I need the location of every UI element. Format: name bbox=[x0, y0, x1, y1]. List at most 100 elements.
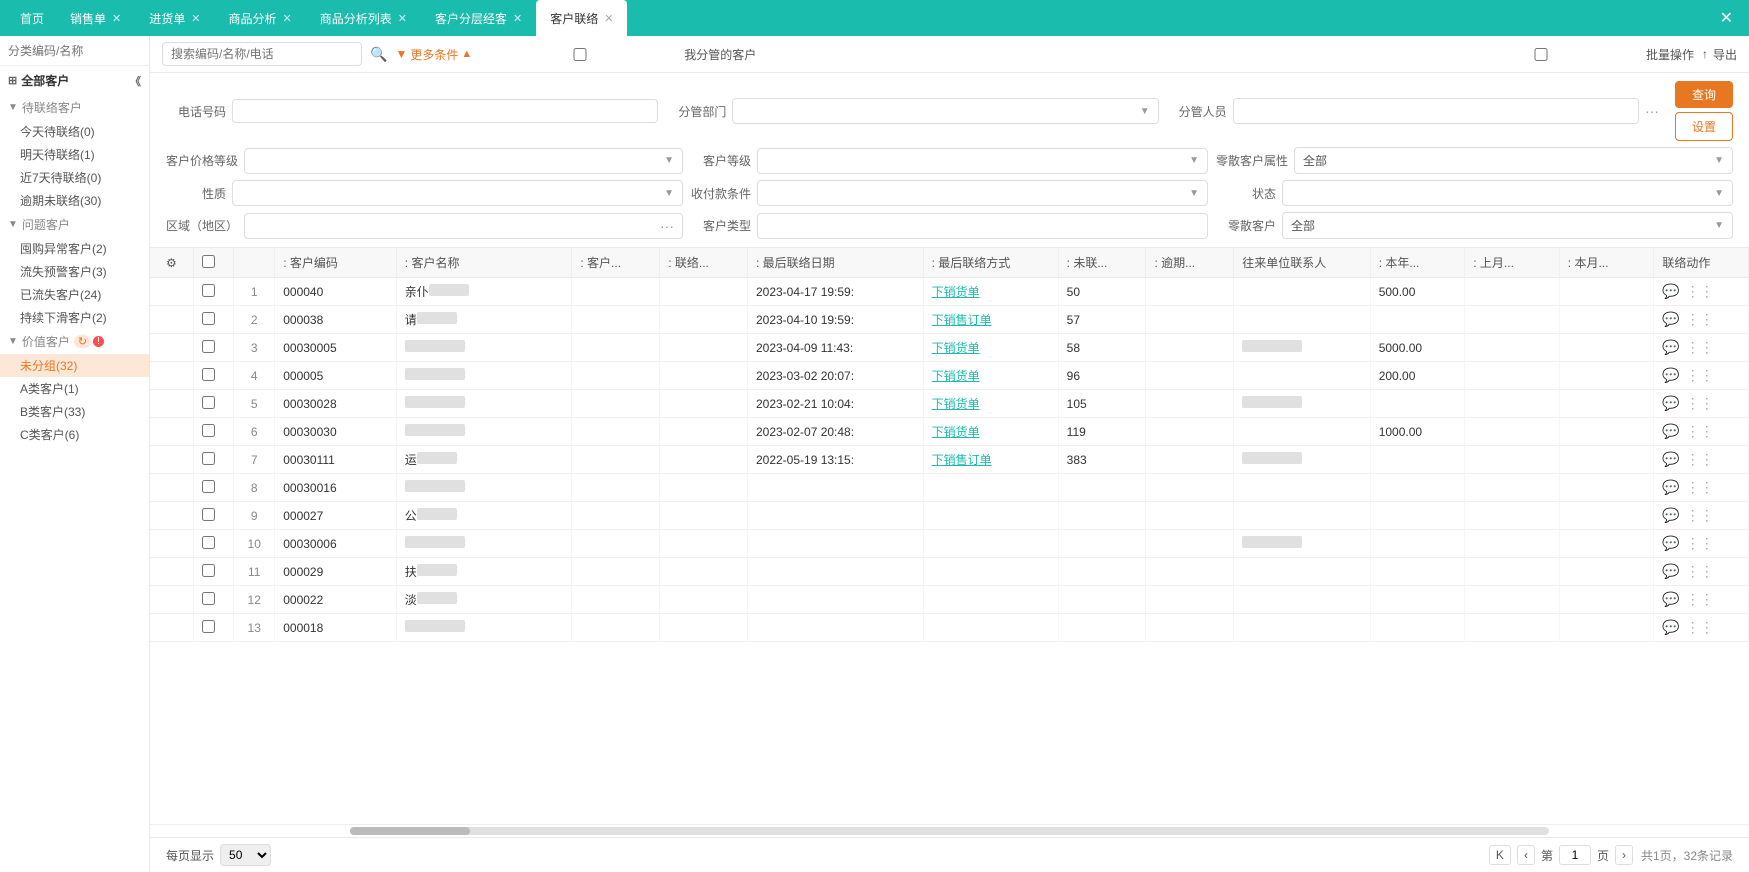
cell-last-contact-method[interactable] bbox=[923, 530, 1058, 558]
prev-page-button[interactable]: ‹ bbox=[1517, 845, 1535, 865]
message-icon[interactable]: 💬 bbox=[1662, 367, 1679, 384]
scrollbar-thumb[interactable] bbox=[350, 827, 470, 835]
sidebar-item-week-pending[interactable]: 近7天待联络(0) bbox=[0, 166, 149, 189]
col-settings[interactable]: ⚙ bbox=[150, 248, 193, 278]
customer-level-select[interactable]: ▼ bbox=[757, 148, 1208, 174]
message-icon[interactable]: 💬 bbox=[1662, 507, 1679, 524]
col-unit-contact[interactable]: 往来单位联系人 bbox=[1234, 248, 1370, 278]
more-actions-icon[interactable]: ⋮⋮ bbox=[1686, 591, 1714, 608]
message-icon[interactable]: 💬 bbox=[1662, 591, 1679, 608]
close-purchase-tab[interactable]: ✕ bbox=[191, 12, 200, 25]
cell-checkbox[interactable] bbox=[193, 306, 234, 334]
row-checkbox[interactable] bbox=[202, 396, 215, 409]
tab-purchase[interactable]: 进货单 ✕ bbox=[135, 0, 214, 36]
contact-method-link[interactable]: 下销货单 bbox=[932, 369, 980, 383]
more-actions-icon[interactable]: ⋮⋮ bbox=[1686, 339, 1714, 356]
sidebar-item-class-b[interactable]: B类客户(33) bbox=[0, 400, 149, 423]
sidebar-item-hoarding[interactable]: 囤购异常客户(2) bbox=[0, 237, 149, 260]
row-checkbox[interactable] bbox=[202, 536, 215, 549]
col-last-contact-date[interactable]: : 最后联络日期 bbox=[747, 248, 923, 278]
cell-last-contact-method[interactable] bbox=[923, 614, 1058, 642]
cell-checkbox[interactable] bbox=[193, 362, 234, 390]
batch-op-button[interactable]: 批量操作 bbox=[1441, 46, 1694, 63]
tab-home[interactable]: 首页 bbox=[8, 0, 56, 36]
close-analysis-list-tab[interactable]: ✕ bbox=[398, 12, 407, 25]
retail-select[interactable]: 全部 ▼ bbox=[1282, 212, 1733, 239]
cell-last-contact-method[interactable]: 下销货单 bbox=[923, 334, 1058, 362]
cell-checkbox[interactable] bbox=[193, 474, 234, 502]
close-sales-tab[interactable]: ✕ bbox=[112, 12, 121, 25]
all-customers-header[interactable]: ⊞ 全部客户 《 bbox=[0, 66, 149, 95]
select-all-checkbox[interactable] bbox=[202, 255, 215, 268]
tab-customer-contact[interactable]: 客户联络 ✕ bbox=[536, 0, 627, 36]
message-icon[interactable]: 💬 bbox=[1662, 395, 1679, 412]
more-actions-icon[interactable]: ⋮⋮ bbox=[1686, 535, 1714, 552]
settings-icon[interactable]: ⚙ bbox=[158, 256, 185, 270]
col-last-contact-method[interactable]: : 最后联络方式 bbox=[923, 248, 1058, 278]
cell-last-contact-method[interactable] bbox=[923, 502, 1058, 530]
col-category[interactable]: : 客户... bbox=[572, 248, 660, 278]
row-checkbox[interactable] bbox=[202, 424, 215, 437]
tab-customer-seg[interactable]: 客户分层经客 ✕ bbox=[421, 0, 536, 36]
sidebar-collapse-icon[interactable]: 《 bbox=[130, 73, 141, 89]
contact-method-link[interactable]: 下销货单 bbox=[932, 397, 980, 411]
tab-analysis-list[interactable]: 商品分析列表 ✕ bbox=[306, 0, 421, 36]
region-ellipsis[interactable]: ··· bbox=[660, 218, 674, 234]
first-page-button[interactable]: K bbox=[1489, 845, 1511, 865]
cell-last-contact-method[interactable]: 下销货单 bbox=[923, 390, 1058, 418]
page-number-input[interactable] bbox=[1559, 845, 1591, 865]
phone-input[interactable] bbox=[232, 99, 658, 123]
cell-checkbox[interactable] bbox=[193, 530, 234, 558]
cell-checkbox[interactable] bbox=[193, 418, 234, 446]
cell-last-contact-method[interactable]: 下销货单 bbox=[923, 418, 1058, 446]
sidebar-group-pending[interactable]: ▼ 待联络客户 bbox=[0, 95, 149, 120]
horizontal-scrollbar[interactable] bbox=[350, 827, 1549, 835]
col-contact-person[interactable]: : 联络... bbox=[660, 248, 748, 278]
cell-checkbox[interactable] bbox=[193, 390, 234, 418]
col-overdue[interactable]: : 逾期... bbox=[1146, 248, 1234, 278]
cell-last-contact-method[interactable]: 下销货单 bbox=[923, 278, 1058, 306]
message-icon[interactable]: 💬 bbox=[1662, 451, 1679, 468]
row-checkbox[interactable] bbox=[202, 564, 215, 577]
sidebar-item-declining[interactable]: 持续下滑客户(2) bbox=[0, 306, 149, 329]
sidebar-item-tomorrow-pending[interactable]: 明天待联络(1) bbox=[0, 143, 149, 166]
col-code[interactable]: : 客户编码 bbox=[275, 248, 397, 278]
sidebar-item-today-pending[interactable]: 今天待联络(0) bbox=[0, 120, 149, 143]
nature-select[interactable]: ▼ bbox=[232, 180, 683, 206]
cell-last-contact-method[interactable] bbox=[923, 558, 1058, 586]
more-actions-icon[interactable]: ⋮⋮ bbox=[1686, 367, 1714, 384]
row-checkbox[interactable] bbox=[202, 480, 215, 493]
batch-checkbox[interactable] bbox=[1441, 48, 1641, 61]
col-checkbox[interactable] bbox=[193, 248, 234, 278]
sidebar-item-churn-warning[interactable]: 流失预警客户(3) bbox=[0, 260, 149, 283]
row-checkbox[interactable] bbox=[202, 620, 215, 633]
more-actions-icon[interactable]: ⋮⋮ bbox=[1686, 283, 1714, 300]
cell-checkbox[interactable] bbox=[193, 558, 234, 586]
contact-method-link[interactable]: 下销货单 bbox=[932, 341, 980, 355]
contact-method-link[interactable]: 下销售订单 bbox=[932, 313, 992, 327]
cell-checkbox[interactable] bbox=[193, 586, 234, 614]
message-icon[interactable]: 💬 bbox=[1662, 339, 1679, 356]
close-customer-contact-tab[interactable]: ✕ bbox=[604, 12, 613, 25]
tab-sales[interactable]: 销售单 ✕ bbox=[56, 0, 135, 36]
contact-method-link[interactable]: 下销售订单 bbox=[932, 453, 992, 467]
sidebar-item-ungroup[interactable]: 未分组(32) bbox=[0, 354, 149, 377]
export-button[interactable]: ↑ 导出 bbox=[1702, 46, 1737, 63]
sidebar-group-value[interactable]: ▼ 价值客户 ↻ ! bbox=[0, 329, 149, 354]
more-actions-icon[interactable]: ⋮⋮ bbox=[1686, 563, 1714, 580]
message-icon[interactable]: 💬 bbox=[1662, 479, 1679, 496]
more-actions-icon[interactable]: ⋮⋮ bbox=[1686, 619, 1714, 636]
sidebar-item-churned[interactable]: 已流失客户(24) bbox=[0, 283, 149, 306]
message-icon[interactable]: 💬 bbox=[1662, 535, 1679, 552]
cell-checkbox[interactable] bbox=[193, 278, 234, 306]
reset-button[interactable]: 设置 bbox=[1675, 112, 1733, 141]
retail-attr-select[interactable]: 全部 ▼ bbox=[1294, 147, 1733, 174]
cell-checkbox[interactable] bbox=[193, 502, 234, 530]
col-this-month[interactable]: : 本月... bbox=[1559, 248, 1654, 278]
col-last-month[interactable]: : 上月... bbox=[1465, 248, 1560, 278]
ctype-select[interactable] bbox=[757, 213, 1208, 239]
sidebar-group-problem[interactable]: ▼ 问题客户 bbox=[0, 212, 149, 237]
message-icon[interactable]: 💬 bbox=[1662, 311, 1679, 328]
page-size-select[interactable]: 50 100 200 bbox=[220, 844, 271, 866]
message-icon[interactable]: 💬 bbox=[1662, 283, 1679, 300]
